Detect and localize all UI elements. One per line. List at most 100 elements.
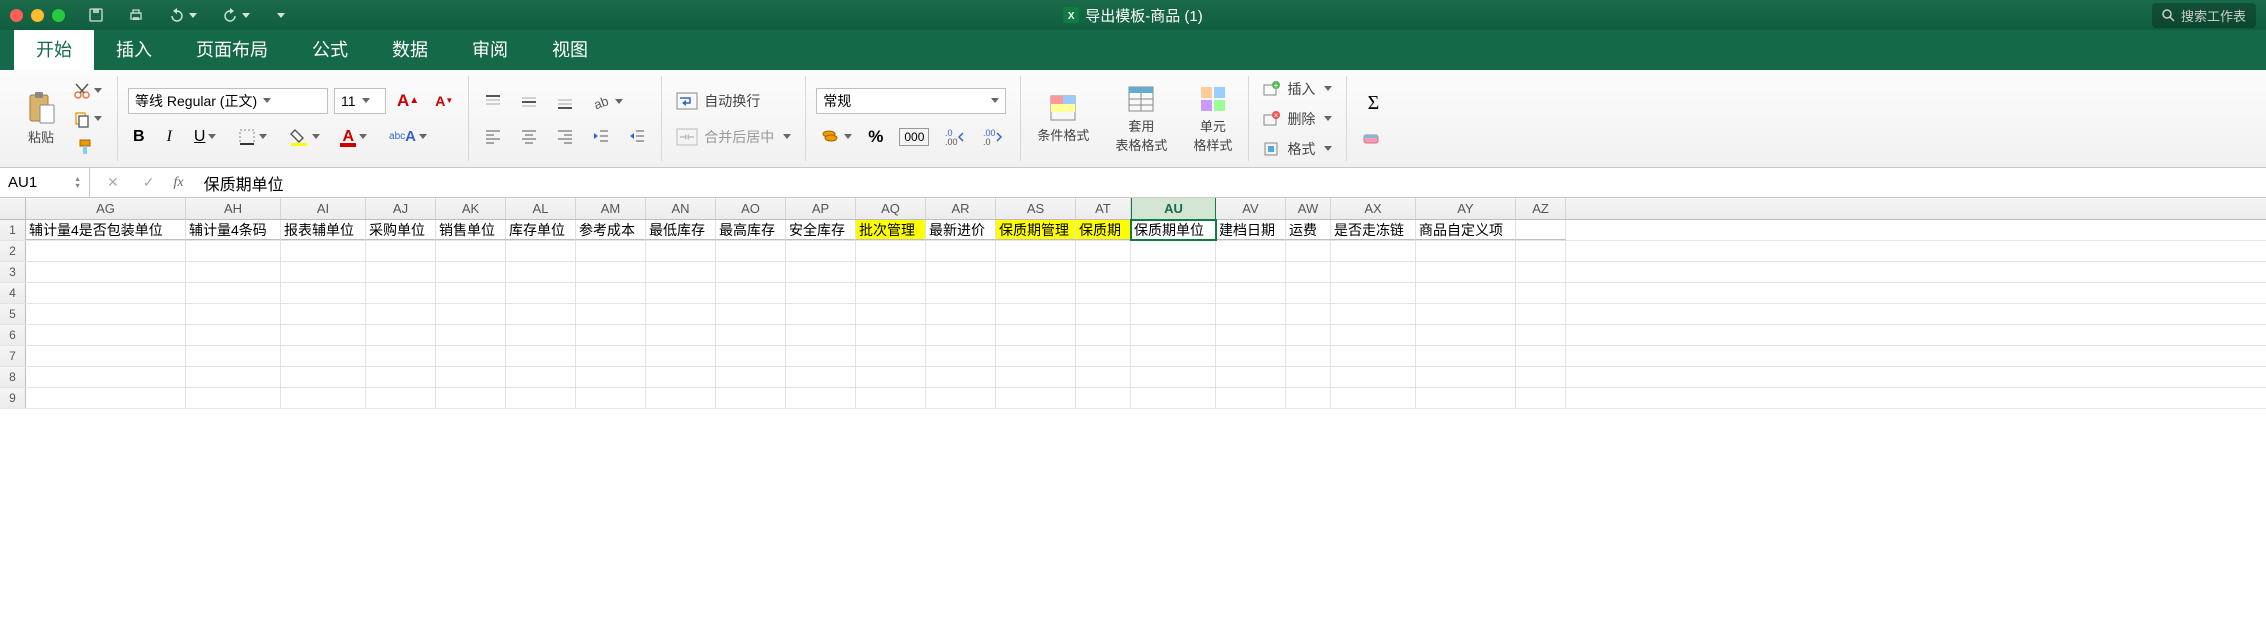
- cell-AH3[interactable]: [186, 262, 281, 282]
- cell-AH7[interactable]: [186, 346, 281, 366]
- cell-AI4[interactable]: [281, 283, 366, 303]
- tab-view[interactable]: 视图: [530, 28, 610, 70]
- cell-AT4[interactable]: [1076, 283, 1131, 303]
- column-header-AR[interactable]: AR: [926, 198, 996, 219]
- cell-AN2[interactable]: [646, 241, 716, 261]
- cell-AI6[interactable]: [281, 325, 366, 345]
- cell-AN8[interactable]: [646, 367, 716, 387]
- cell-AG7[interactable]: [26, 346, 186, 366]
- column-header-AM[interactable]: AM: [576, 198, 646, 219]
- delete-cells-button[interactable]: ×删除: [1259, 107, 1336, 131]
- cell-AO4[interactable]: [716, 283, 786, 303]
- cell-AI3[interactable]: [281, 262, 366, 282]
- cell-AS7[interactable]: [996, 346, 1076, 366]
- align-middle-button[interactable]: [515, 90, 543, 114]
- minimize-window-button[interactable]: [31, 9, 44, 22]
- cell-AT1[interactable]: 保质期: [1076, 220, 1131, 240]
- cell-AW7[interactable]: [1286, 346, 1331, 366]
- cell-AP6[interactable]: [786, 325, 856, 345]
- cell-AX6[interactable]: [1331, 325, 1416, 345]
- merge-center-button[interactable]: 合并后居中: [672, 125, 795, 149]
- qat-customize-icon[interactable]: [269, 10, 290, 21]
- cell-AW8[interactable]: [1286, 367, 1331, 387]
- cell-AR8[interactable]: [926, 367, 996, 387]
- column-header-AG[interactable]: AG: [26, 198, 186, 219]
- column-header-AX[interactable]: AX: [1331, 198, 1416, 219]
- increase-indent-button[interactable]: [623, 124, 651, 148]
- cell-AU1[interactable]: 保质期单位: [1131, 220, 1216, 240]
- confirm-edit-button[interactable]: ✓: [138, 171, 160, 194]
- cell-AL3[interactable]: [506, 262, 576, 282]
- align-right-button[interactable]: [551, 124, 579, 148]
- column-header-AY[interactable]: AY: [1416, 198, 1516, 219]
- cell-AY7[interactable]: [1416, 346, 1516, 366]
- name-box[interactable]: AU1 ▲▼: [0, 168, 90, 197]
- number-format-combo[interactable]: 常规: [816, 88, 1006, 114]
- cell-AW3[interactable]: [1286, 262, 1331, 282]
- cell-AL2[interactable]: [506, 241, 576, 261]
- cell-AT7[interactable]: [1076, 346, 1131, 366]
- cell-AX4[interactable]: [1331, 283, 1416, 303]
- cell-AJ9[interactable]: [366, 388, 436, 408]
- cell-AV9[interactable]: [1216, 388, 1286, 408]
- cell-AX7[interactable]: [1331, 346, 1416, 366]
- cell-AW9[interactable]: [1286, 388, 1331, 408]
- cell-AY3[interactable]: [1416, 262, 1516, 282]
- align-top-button[interactable]: [479, 90, 507, 114]
- cell-AI8[interactable]: [281, 367, 366, 387]
- format-as-table-button[interactable]: 套用 表格格式: [1109, 82, 1173, 156]
- cell-AQ6[interactable]: [856, 325, 926, 345]
- cell-AY6[interactable]: [1416, 325, 1516, 345]
- cell-AI7[interactable]: [281, 346, 366, 366]
- row-header-6[interactable]: 6: [0, 325, 26, 345]
- column-header-AS[interactable]: AS: [996, 198, 1076, 219]
- column-header-AP[interactable]: AP: [786, 198, 856, 219]
- border-button[interactable]: [233, 125, 272, 149]
- cell-AR6[interactable]: [926, 325, 996, 345]
- cell-AP8[interactable]: [786, 367, 856, 387]
- cell-AG6[interactable]: [26, 325, 186, 345]
- cell-AQ3[interactable]: [856, 262, 926, 282]
- cell-AO2[interactable]: [716, 241, 786, 261]
- cell-AL4[interactable]: [506, 283, 576, 303]
- cell-AT9[interactable]: [1076, 388, 1131, 408]
- save-icon[interactable]: [83, 4, 109, 26]
- cell-AR9[interactable]: [926, 388, 996, 408]
- font-size-combo[interactable]: 11: [334, 88, 386, 114]
- undo-button[interactable]: [163, 5, 202, 25]
- cell-AO5[interactable]: [716, 304, 786, 324]
- cell-AZ8[interactable]: [1516, 367, 1566, 387]
- cell-AP7[interactable]: [786, 346, 856, 366]
- cell-AP1[interactable]: 安全库存: [786, 220, 856, 240]
- cell-AJ4[interactable]: [366, 283, 436, 303]
- cell-AR7[interactable]: [926, 346, 996, 366]
- cell-AY1[interactable]: 商品自定义项: [1416, 220, 1516, 240]
- cell-AX2[interactable]: [1331, 241, 1416, 261]
- cell-AZ2[interactable]: [1516, 241, 1566, 261]
- cell-AS2[interactable]: [996, 241, 1076, 261]
- cell-AO9[interactable]: [716, 388, 786, 408]
- select-all-corner[interactable]: [0, 198, 26, 219]
- cell-AN3[interactable]: [646, 262, 716, 282]
- cell-AK1[interactable]: 销售单位: [436, 220, 506, 240]
- cell-AZ5[interactable]: [1516, 304, 1566, 324]
- cell-AK6[interactable]: [436, 325, 506, 345]
- cell-AY8[interactable]: [1416, 367, 1516, 387]
- cell-AS3[interactable]: [996, 262, 1076, 282]
- column-header-AN[interactable]: AN: [646, 198, 716, 219]
- cell-AH8[interactable]: [186, 367, 281, 387]
- cell-AR4[interactable]: [926, 283, 996, 303]
- redo-button[interactable]: [216, 5, 255, 25]
- increase-decimal-button[interactable]: .0.00: [940, 125, 972, 149]
- cell-AG2[interactable]: [26, 241, 186, 261]
- cell-AM5[interactable]: [576, 304, 646, 324]
- cell-AH6[interactable]: [186, 325, 281, 345]
- cell-AQ2[interactable]: [856, 241, 926, 261]
- column-header-AJ[interactable]: AJ: [366, 198, 436, 219]
- cell-AQ5[interactable]: [856, 304, 926, 324]
- clear-button[interactable]: [1357, 126, 1389, 148]
- cell-AJ5[interactable]: [366, 304, 436, 324]
- align-center-button[interactable]: [515, 124, 543, 148]
- cell-AQ1[interactable]: 批次管理: [856, 220, 926, 240]
- row-header-9[interactable]: 9: [0, 388, 26, 408]
